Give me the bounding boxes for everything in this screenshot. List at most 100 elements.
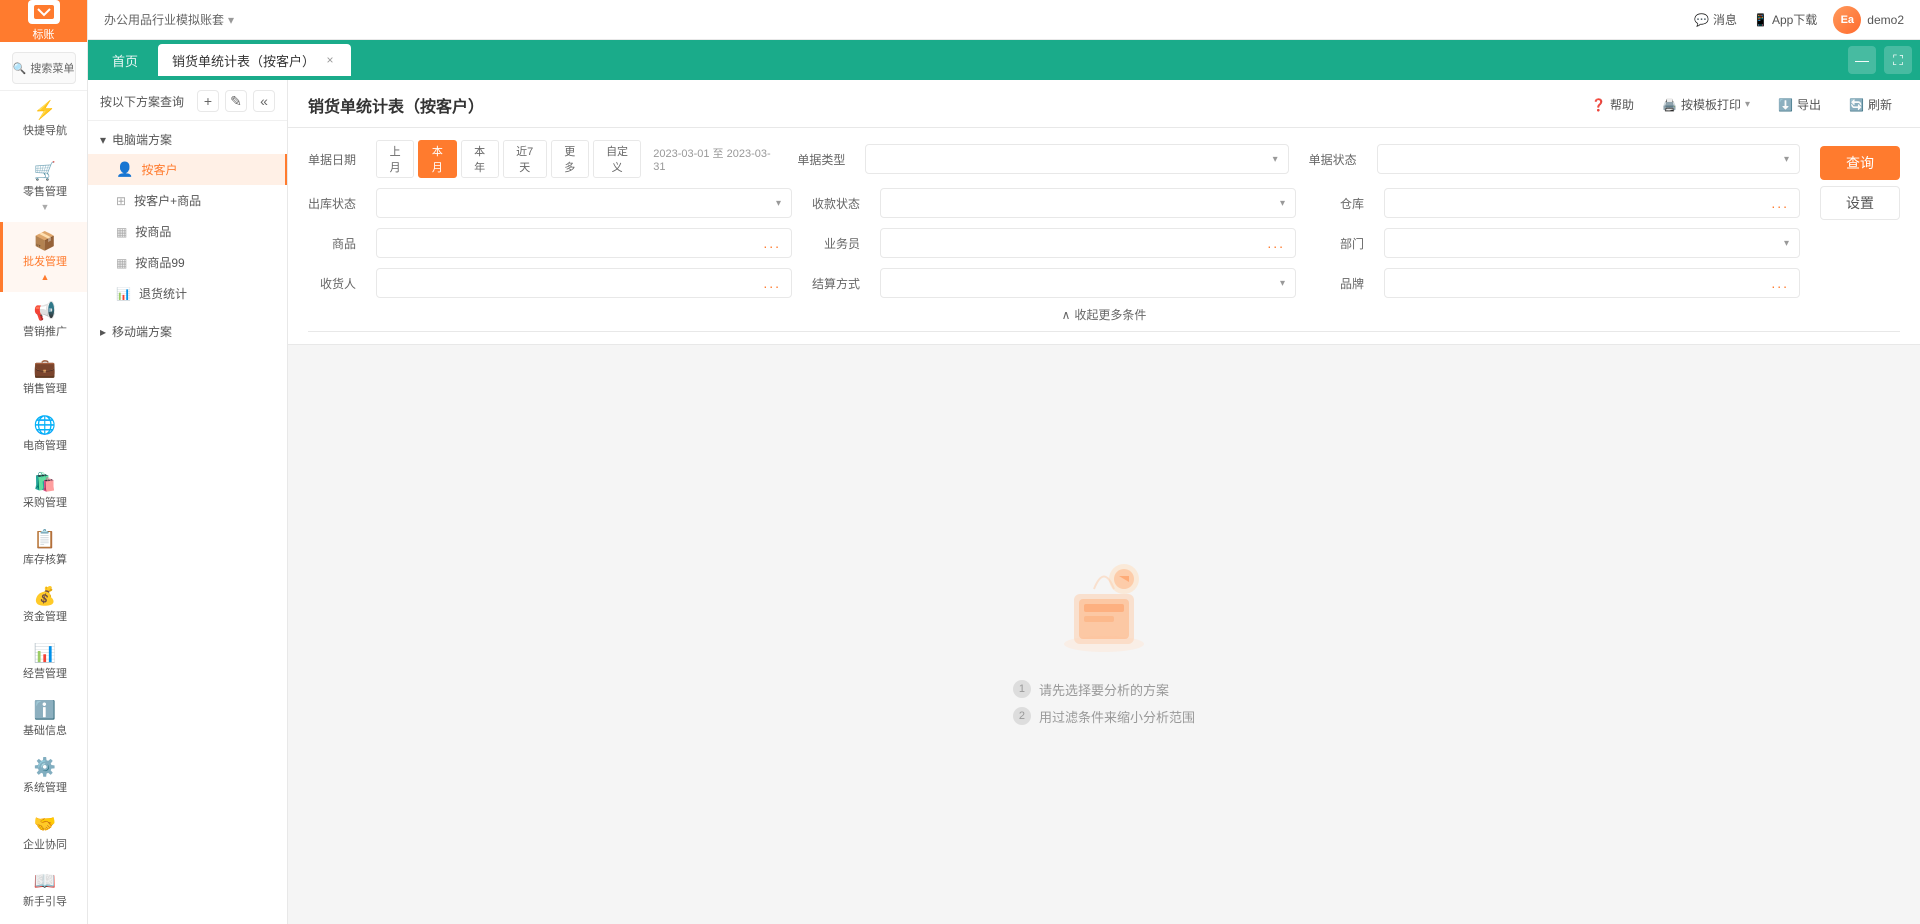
out-status-dropdown-icon: ▾ [776,198,781,209]
tab-maximize-button[interactable]: ⛶ [1884,46,1912,74]
scheme-add-button[interactable]: + [197,90,219,112]
empty-hint-2: 2 用过滤条件来缩小分析范围 [1013,707,1195,726]
query-button[interactable]: 查询 [1820,146,1900,180]
scheme-panel: 按以下方案查询 + ✎ « ▾ 电脑端方案 [88,80,288,924]
sidebar-item-purchase[interactable]: 🛍️ 采购管理 [0,463,87,520]
scheme-item-return-stats[interactable]: 📊 退货统计 [88,278,287,309]
industry-name: 办公用品行业模拟账套 [104,11,224,28]
doc-status-select[interactable]: ▾ [1377,144,1800,174]
sidebar-item-marketing[interactable]: 📢 营销推广 [0,292,87,349]
tab-minimize-button[interactable]: — [1848,46,1876,74]
scheme-item-customer-goods[interactable]: ⊞ 按客户+商品 [88,185,287,216]
system-icon: ⚙️ [34,758,56,776]
date-btn-custom[interactable]: 自定义 [593,140,641,178]
sidebar-item-guide[interactable]: 📖 新手引导 [0,862,87,919]
scheme-item-return-stats-label: 退货统计 [139,285,187,302]
tab-home[interactable]: 首页 [96,40,154,80]
wholesale-icon: 📦 [34,232,56,250]
dept-select[interactable]: ▾ [1384,228,1800,258]
filter-row-3: 商品 ... 业务员 ... 部门 [308,228,1800,258]
app-download-button[interactable]: 📱 App下载 [1753,11,1817,28]
date-btn-more[interactable]: 更多 [551,140,589,178]
scheme-item-goods99[interactable]: ▦ 按商品99 [88,247,287,278]
salesperson-dots: ... [1267,235,1285,251]
receiver-label: 收货人 [308,275,356,292]
scheme-edit-button[interactable]: ✎ [225,90,247,112]
cooperation-icon: 🤝 [34,815,56,833]
goods-scheme-icon: ▦ [116,225,127,239]
settlement-label: 结算方式 [812,275,860,292]
message-button[interactable]: 💬 消息 [1694,11,1737,28]
collapse-icon: « [260,93,268,109]
cooperation-label: 企业协同 [23,836,67,852]
help-button[interactable]: ❓ 帮助 [1583,92,1642,117]
sidebar-item-wholesale[interactable]: 📦 批发管理 ▲ [0,222,87,292]
user-profile-button[interactable]: Ea demo2 [1833,6,1904,34]
empty-hint-1: 1 请先选择要分析的方案 [1013,680,1195,699]
industry-dropdown-btn[interactable]: ▾ [228,13,234,27]
settlement-select[interactable]: ▾ [880,268,1296,298]
date-range-display: 2023-03-01 至 2023-03-31 [653,145,777,173]
tab-home-label: 首页 [112,51,138,70]
date-btn-last-7[interactable]: 近7天 [503,140,547,178]
date-btn-this-year[interactable]: 本年 [461,140,499,178]
scheme-item-customer[interactable]: 👤 按客户 [88,154,287,185]
doc-type-dropdown-icon: ▾ [1273,154,1278,165]
guide-icon: 📖 [34,872,56,890]
quick-nav-label: 快捷导航 [23,122,67,138]
receipt-status-dropdown-icon: ▾ [1280,198,1285,209]
tab-sales-stats[interactable]: 销货单统计表（按客户） × [158,44,351,76]
sidebar-item-sales[interactable]: 💼 销售管理 [0,349,87,406]
sidebar-item-retail[interactable]: 🛒 零售管理 ▼ [0,152,87,222]
scheme-collapse-button[interactable]: « [253,90,275,112]
retail-label: 零售管理 [23,183,67,199]
wholesale-arrow: ▲ [41,272,50,282]
receipt-status-select[interactable]: ▾ [880,188,1296,218]
tab-close-button[interactable]: × [323,53,337,67]
sales-icon: 💼 [34,359,56,377]
search-menu-label: 搜索菜单 [30,60,74,76]
receiver-select[interactable]: ... [376,268,792,298]
out-status-select[interactable]: ▾ [376,188,792,218]
mobile-group-header[interactable]: ▸ 移动端方案 [88,317,287,346]
collapse-bar[interactable]: ∧ 收起更多条件 [308,298,1900,332]
return-stats-icon: 📊 [116,287,131,301]
sidebar-item-quick-nav[interactable]: ⚡ 快捷导航 [0,91,87,148]
export-button[interactable]: ⬇️ 导出 [1770,92,1829,117]
main-area: 办公用品行业模拟账套 ▾ 💬 消息 📱 App下载 Ea demo2 首页 [88,0,1920,924]
sidebar-item-ecommerce[interactable]: 🌐 电商管理 [0,406,87,463]
scheme-header: 按以下方案查询 + ✎ « [88,80,287,121]
sidebar-item-finance[interactable]: 💰 资金管理 [0,577,87,634]
brand-select[interactable]: ... [1384,268,1800,298]
inventory-icon: 📋 [34,530,56,548]
sidebar-item-operations[interactable]: 📊 经营管理 [0,634,87,691]
edit-icon: ✎ [230,93,242,110]
sidebar-item-system[interactable]: ⚙️ 系统管理 [0,748,87,805]
settings-button[interactable]: 设置 [1820,186,1900,220]
collapse-up-icon: ∧ [1062,308,1071,322]
salesperson-select[interactable]: ... [880,228,1296,258]
doc-type-select[interactable]: ▾ [865,144,1288,174]
scheme-item-customer-label: 按客户 [141,161,177,178]
dept-label: 部门 [1316,235,1364,252]
sidebar-item-inventory[interactable]: 📋 库存核算 [0,520,87,577]
avatar-text: Ea [1841,14,1854,26]
refresh-button[interactable]: 🔄 刷新 [1841,92,1900,117]
app-logo[interactable]: 标账 [0,0,88,42]
goods99-scheme-icon: ▦ [116,256,127,270]
scheme-item-goods[interactable]: ▦ 按商品 [88,216,287,247]
print-button[interactable]: 🖨️ 按模板打印 ▾ [1654,92,1758,117]
ecommerce-label: 电商管理 [23,437,67,453]
search-menu-button[interactable]: 🔍 搜索菜单 [12,52,76,84]
marketing-label: 营销推广 [23,323,67,339]
sidebar-item-cooperation[interactable]: 🤝 企业协同 [0,805,87,862]
date-btn-last-month[interactable]: 上月 [376,140,414,178]
sidebar-item-app-center[interactable]: 🔲 应用中心 [0,919,87,924]
purchase-icon: 🛍️ [34,473,56,491]
warehouse-select[interactable]: ... [1384,188,1800,218]
date-btn-this-month[interactable]: 本月 [418,140,456,178]
pc-group-header[interactable]: ▾ 电脑端方案 [88,125,287,154]
goods-label: 商品 [308,235,356,252]
goods-select[interactable]: ... [376,228,792,258]
sidebar-item-basic-info[interactable]: ℹ️ 基础信息 [0,691,87,748]
